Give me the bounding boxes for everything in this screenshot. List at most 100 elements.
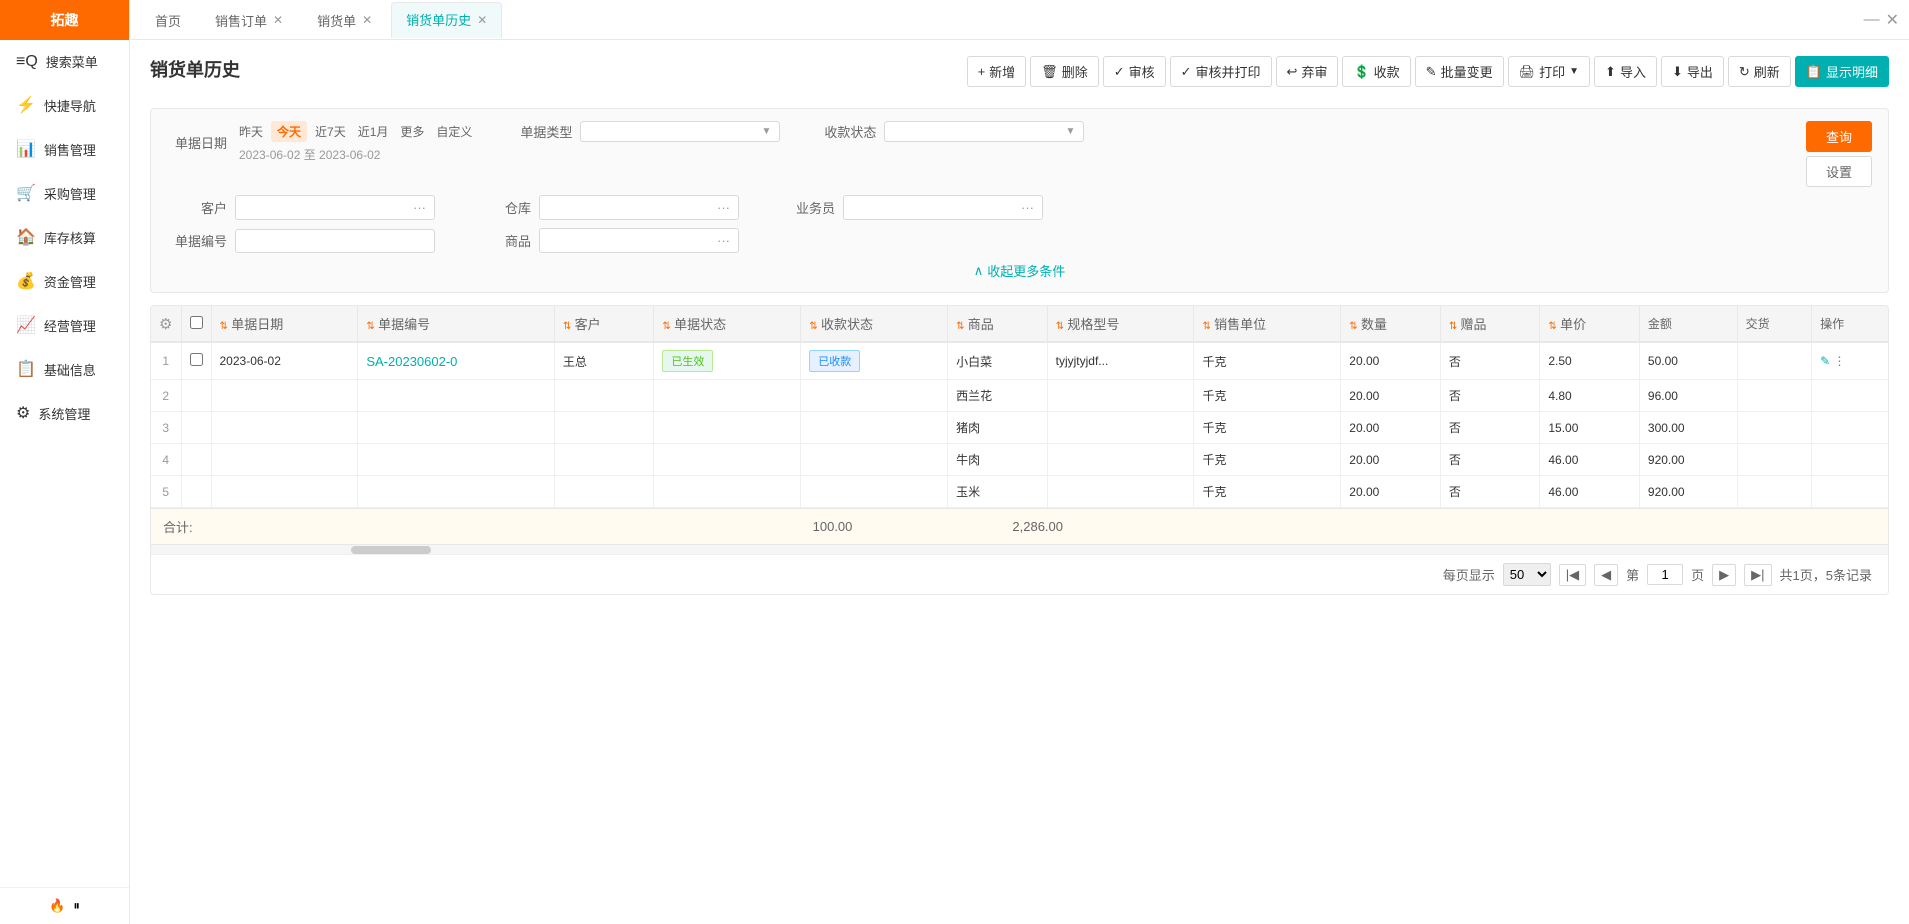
sidebar-item-basic-info[interactable]: 📋 基础信息 [0, 347, 129, 391]
display-detail-button[interactable]: 📋 显示明细 [1795, 56, 1889, 87]
refresh-button[interactable]: ↻ 刷新 [1728, 56, 1791, 87]
tab-sales-delivery[interactable]: 销货单 ✕ [302, 2, 387, 38]
customer-input[interactable]: ··· [235, 195, 435, 220]
cell-gift: 否 [1440, 444, 1540, 476]
salesperson-label: 业务员 [775, 198, 835, 217]
sidebar-item-quick-nav[interactable]: ⚡ 快捷导航 [0, 83, 129, 127]
cell-amount: 96.00 [1639, 380, 1737, 412]
th-gift[interactable]: ⇅ 赠品 [1440, 306, 1540, 342]
sidebar-item-system-mgmt[interactable]: ⚙ 系统管理 [0, 391, 129, 435]
th-doc-no[interactable]: ⇅ 单据编号 [358, 306, 555, 342]
th-unit-price[interactable]: ⇅ 单价 [1540, 306, 1640, 342]
th-gear[interactable]: ⚙ [151, 306, 181, 342]
cell-doc-status [654, 444, 801, 476]
purchase-mgmt-icon: 🛒 [16, 183, 36, 203]
sort-icon: ⇅ [1202, 321, 1210, 332]
row-checkbox [181, 412, 211, 444]
gear-icon[interactable]: ⚙ [159, 316, 172, 333]
discard-button[interactable]: ↩ 弃审 [1276, 56, 1339, 87]
tab-sales-history-close[interactable]: ✕ [477, 13, 487, 27]
collect-button[interactable]: 💲 收款 [1342, 56, 1410, 87]
cell-gift: 否 [1440, 380, 1540, 412]
page-last-icon[interactable]: ▶| [1744, 564, 1771, 586]
fire-icon[interactable]: 🔥 [49, 898, 65, 914]
sidebar-item-purchase-mgmt[interactable]: 🛒 采购管理 [0, 171, 129, 215]
window-close-icon[interactable]: ✕ [1886, 10, 1899, 30]
print-dropdown-icon: ▼ [1569, 66, 1579, 77]
sort-icon: ⇅ [1056, 321, 1064, 332]
date-btn-7days[interactable]: 近7天 [311, 121, 350, 142]
filter-payment-status: 收款状态 ▼ [816, 121, 1084, 142]
page-next-icon[interactable]: ▶ [1712, 564, 1736, 586]
th-payment-status[interactable]: ⇅ 收款状态 [801, 306, 948, 342]
cell-payment-status [801, 380, 948, 412]
cell-amount: 50.00 [1639, 342, 1737, 380]
filter-doc-type: 单据类型 ▼ [512, 121, 780, 142]
edit-op-btn[interactable]: ✎ [1820, 354, 1830, 368]
tab-sales-order[interactable]: 销售订单 ✕ [200, 2, 298, 38]
page-input[interactable] [1647, 564, 1683, 585]
th-goods[interactable]: ⇅ 商品 [948, 306, 1048, 342]
doc-type-select[interactable]: ▼ [580, 121, 780, 142]
th-doc-status[interactable]: ⇅ 单据状态 [654, 306, 801, 342]
sidebar-item-sales-mgmt[interactable]: 📊 销售管理 [0, 127, 129, 171]
salesperson-input[interactable]: ··· [843, 195, 1043, 220]
th-quantity[interactable]: ⇅ 数量 [1341, 306, 1441, 342]
tab-home[interactable]: 首页 [140, 2, 196, 38]
table-row: 1 2023-06-02 SA-20230602-0 王总 已生效 已收款 小白… [151, 342, 1888, 380]
audit-print-button[interactable]: ✓ 审核并打印 [1170, 56, 1272, 87]
tab-sales-history[interactable]: 销货单历史 ✕ [391, 2, 502, 38]
pause-icon[interactable]: ⏸ [73, 898, 80, 914]
pagination: 每页显示 10 20 50 100 |◀ ◀ 第 页 ▶ ▶| 共1页，5条记录 [151, 554, 1888, 594]
cell-doc-date [211, 380, 358, 412]
tab-sales-order-close[interactable]: ✕ [273, 13, 283, 27]
page-first-icon[interactable]: |◀ [1559, 564, 1586, 586]
export-button[interactable]: ⬇ 导出 [1661, 56, 1724, 87]
batch-change-button[interactable]: ✎ 批量变更 [1415, 56, 1504, 87]
sidebar-item-business-mgmt[interactable]: 📈 经营管理 [0, 303, 129, 347]
cell-spec-type [1047, 412, 1194, 444]
row-select-checkbox[interactable] [190, 353, 203, 366]
tab-sales-delivery-close[interactable]: ✕ [362, 13, 372, 27]
date-btn-custom[interactable]: 自定义 [432, 121, 476, 142]
window-minimize-icon[interactable]: — [1864, 11, 1880, 29]
date-btn-yesterday[interactable]: 昨天 [235, 121, 267, 142]
cell-spec-type [1047, 380, 1194, 412]
collect-icon: 💲 [1353, 64, 1369, 80]
doc-no-input[interactable] [235, 229, 435, 253]
warehouse-input[interactable]: ··· [539, 195, 739, 220]
date-btn-1month[interactable]: 近1月 [354, 121, 393, 142]
print-button[interactable]: 🖨 打印 ▼ [1508, 56, 1590, 87]
sidebar-item-finance-mgmt[interactable]: 💰 资金管理 [0, 259, 129, 303]
more-op-btn[interactable]: ⋮ [1834, 354, 1846, 368]
audit-button[interactable]: ✓ 审核 [1103, 56, 1166, 87]
sidebar-item-label: 快捷导航 [44, 96, 96, 115]
sidebar-item-label: 库存核算 [44, 228, 96, 247]
sidebar-item-inventory[interactable]: 🏠 库存核算 [0, 215, 129, 259]
doc-no-link[interactable]: SA-20230602-0 [366, 354, 457, 369]
discard-icon: ↩ [1287, 64, 1298, 80]
sidebar-bottom: 🔥 ⏸ [0, 887, 129, 924]
th-customer[interactable]: ⇅ 客户 [554, 306, 654, 342]
cell-quantity: 20.00 [1341, 444, 1441, 476]
setting-button[interactable]: 设置 [1806, 156, 1872, 187]
th-spec-type[interactable]: ⇅ 规格型号 [1047, 306, 1194, 342]
per-page-select[interactable]: 10 20 50 100 [1503, 563, 1551, 586]
payment-status-select[interactable]: ▼ [884, 121, 1084, 142]
cell-quantity: 20.00 [1341, 342, 1441, 380]
table-row: 4 牛肉 千克 20.00 否 46.00 920.00 [151, 444, 1888, 476]
sidebar-item-search-menu[interactable]: ≡Q 搜索菜单 [0, 40, 129, 83]
tab-home-label: 首页 [155, 11, 181, 30]
new-button[interactable]: + 新增 [967, 56, 1027, 87]
page-prev-icon[interactable]: ◀ [1594, 564, 1618, 586]
goods-input[interactable]: ··· [539, 228, 739, 253]
select-all-checkbox[interactable] [190, 316, 203, 329]
date-btn-more[interactable]: 更多 [396, 121, 428, 142]
import-button[interactable]: ⬆ 导入 [1594, 56, 1657, 87]
th-doc-date[interactable]: ⇅ 单据日期 [211, 306, 358, 342]
delete-button[interactable]: 🗑 删除 [1030, 56, 1099, 87]
collapse-button[interactable]: ∧ 收起更多条件 [167, 261, 1872, 280]
date-btn-today[interactable]: 今天 [271, 121, 307, 142]
th-sales-unit[interactable]: ⇅ 销售单位 [1194, 306, 1341, 342]
query-button[interactable]: 查询 [1806, 121, 1872, 152]
